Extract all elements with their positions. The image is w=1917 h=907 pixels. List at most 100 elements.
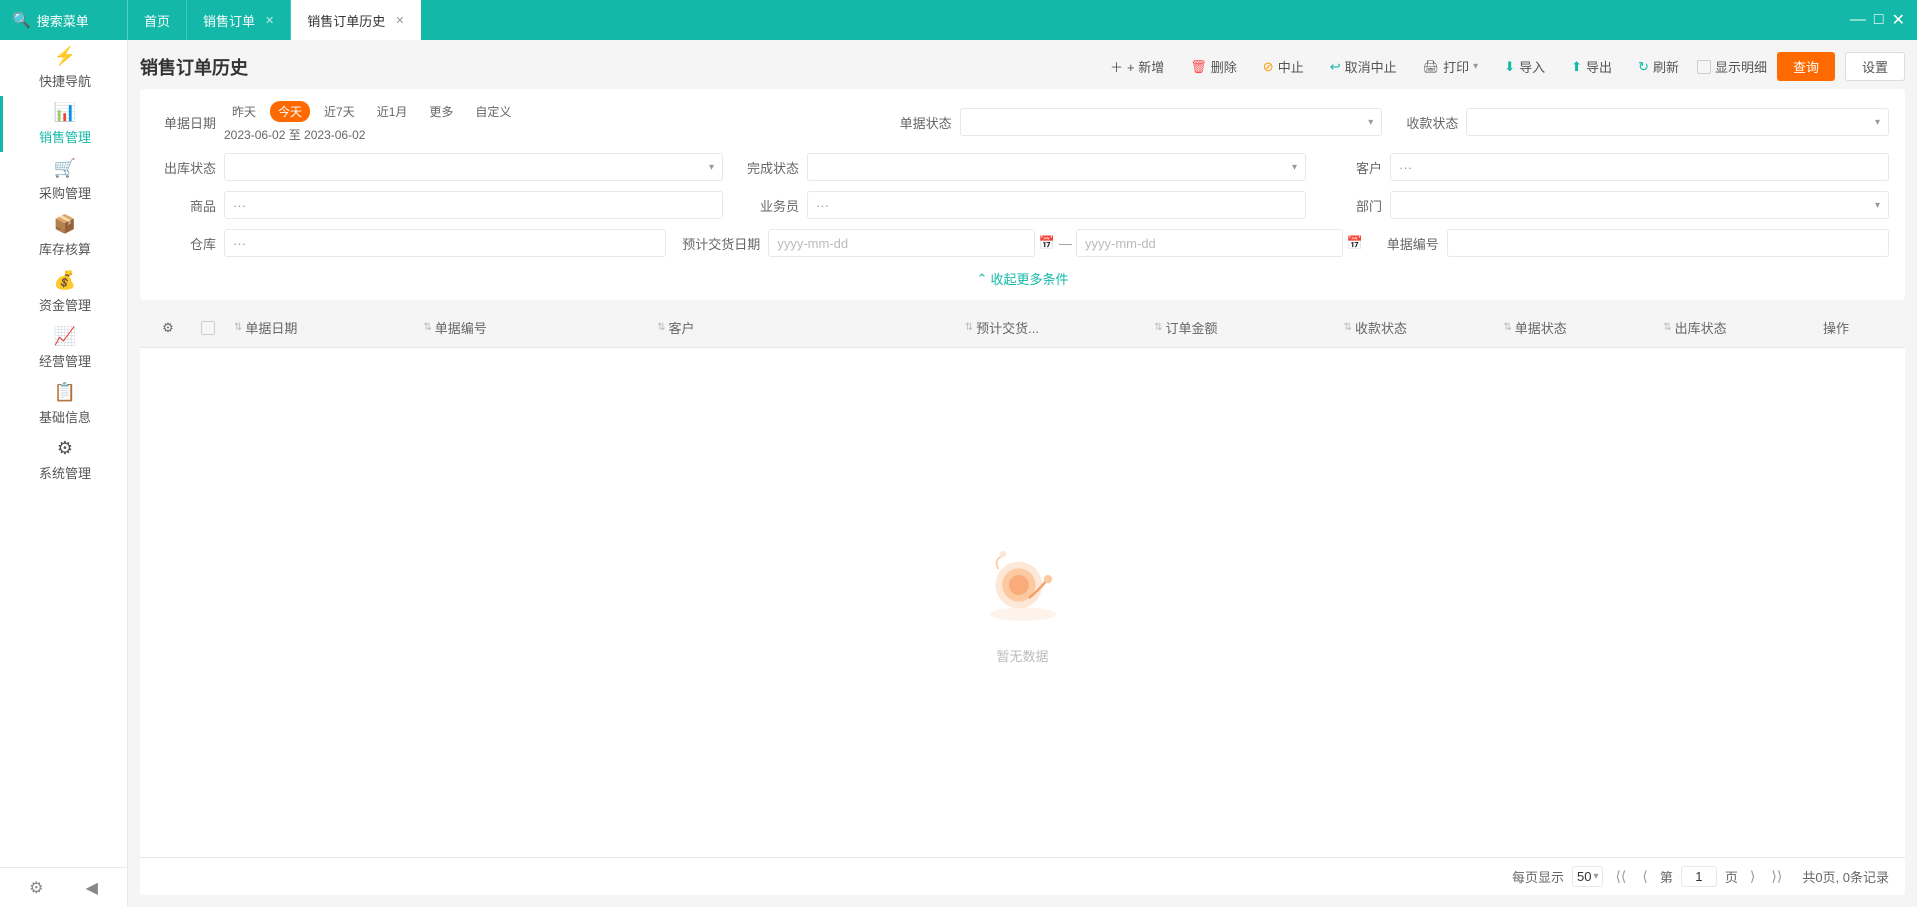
collapse-button[interactable]: ⌃ 收起更多条件 [977, 269, 1069, 288]
next-page-btn[interactable]: ⟩ [1746, 866, 1759, 887]
complete-status-dropdown-icon: ▾ [1292, 162, 1297, 173]
complete-status-select[interactable]: ▾ [807, 153, 1306, 181]
tab-home[interactable]: 首页 [128, 0, 187, 40]
tab-sales-order-history[interactable]: 销售订单历史 ✕ [291, 0, 421, 40]
sidebar-item-quick-nav-label: 快捷导航 [39, 71, 91, 90]
page-size-select[interactable]: 50 ▾ [1572, 866, 1604, 887]
filter-row-1: 单据日期 昨天 今天 近7天 近1月 更多 自定义 2023-06-02 至 2… [156, 101, 1889, 143]
new-button[interactable]: ＋ + 新增 [1102, 53, 1172, 80]
import-button[interactable]: ⬇ 导入 [1496, 53, 1553, 80]
settings-button[interactable]: 设置 [1845, 52, 1905, 81]
query-button[interactable]: 查询 [1777, 52, 1835, 81]
sidebar-collapse-icon[interactable]: ◀ [86, 878, 98, 898]
stop-button[interactable]: ⊘ 中止 [1255, 53, 1312, 80]
maximize-btn[interactable]: □ [1874, 11, 1884, 29]
settings-icon[interactable]: ⚙ [162, 320, 174, 336]
sidebar-item-system-mgmt[interactable]: ⚙ 系统管理 [0, 432, 127, 488]
date-dash: — [1059, 236, 1072, 251]
th-check[interactable] [188, 313, 228, 343]
warehouse-status-dropdown-icon: ▾ [709, 162, 714, 173]
calendar-start-icon[interactable]: 📅 [1039, 235, 1055, 251]
sidebar-item-purchase-mgmt[interactable]: 🛒 采购管理 [0, 152, 127, 208]
sidebar-item-finance[interactable]: 💰 资金管理 [0, 264, 127, 320]
sidebar-settings-icon[interactable]: ⚙ [29, 878, 43, 898]
bill-status-dropdown-icon: ▾ [1368, 117, 1373, 128]
tab-sales-order[interactable]: 销售订单 ✕ [187, 0, 291, 40]
th-date[interactable]: ⇅ 单据日期 [228, 310, 417, 345]
calendar-end-icon[interactable]: 📅 [1347, 235, 1363, 251]
date-more[interactable]: 更多 [421, 101, 461, 122]
th-number[interactable]: ⇅ 单据编号 [417, 310, 651, 345]
sidebar-item-inventory[interactable]: 📦 库存核算 [0, 208, 127, 264]
new-label: + 新增 [1127, 57, 1164, 76]
delivery-start-input[interactable]: yyyy-mm-dd [768, 229, 1035, 257]
date-1month[interactable]: 近1月 [369, 101, 416, 122]
customer-ellipsis[interactable]: ··· [1399, 160, 1412, 175]
page-number-input[interactable] [1681, 866, 1717, 887]
th-payment[interactable]: ⇅ 收款状态 [1338, 310, 1498, 345]
tab-sales-order-history-close[interactable]: ✕ [395, 14, 404, 27]
th-settings[interactable]: ⚙ [148, 312, 188, 344]
sidebar-item-operations[interactable]: 📈 经营管理 [0, 320, 127, 376]
th-customer[interactable]: ⇅ 客户 [651, 310, 959, 345]
dept-select[interactable]: ▾ [1390, 191, 1889, 219]
print-button[interactable]: 🖨 打印 ▾ [1415, 53, 1487, 80]
sidebar-item-quick-nav[interactable]: ⚡ 快捷导航 [0, 40, 127, 96]
date-today[interactable]: 今天 [270, 101, 310, 122]
refresh-button[interactable]: ↻ 刷新 [1630, 53, 1687, 80]
first-page-btn[interactable]: ⟨⟨ [1611, 866, 1630, 887]
sidebar-item-purchase-mgmt-label: 采购管理 [39, 183, 91, 202]
dept-label: 部门 [1322, 196, 1382, 215]
sort-icon-bill: ⇅ [1503, 322, 1511, 333]
date-7days[interactable]: 近7天 [316, 101, 363, 122]
date-custom[interactable]: 自定义 [467, 101, 519, 122]
page-header: 销售订单历史 ＋ + 新增 🗑 删除 ⊘ 中止 ↩ [140, 52, 1905, 81]
warehouse-status-select[interactable]: ▾ [224, 153, 723, 181]
payment-status-select[interactable]: ▾ [1466, 108, 1889, 136]
filter-row-4: 仓库 ··· 预计交货日期 yyyy-mm-dd 📅 — [156, 229, 1889, 257]
warehouse-input[interactable]: ··· [224, 229, 666, 257]
warehouse-ellipsis[interactable]: ··· [233, 236, 246, 251]
table-header: ⚙ ⇅ 单据日期 ⇅ 单据编号 ⇅ 客户 [140, 308, 1905, 348]
delete-button[interactable]: 🗑 删除 [1182, 53, 1245, 80]
minimize-btn[interactable]: — [1850, 11, 1866, 29]
delivery-start-placeholder: yyyy-mm-dd [777, 236, 848, 251]
display-detail-toggle[interactable]: 显示明细 [1697, 57, 1767, 76]
sidebar-item-sales-mgmt[interactable]: 📊 销售管理 [0, 96, 127, 152]
header-checkbox[interactable] [201, 321, 215, 335]
th-delivery[interactable]: ⇅ 预计交货... [959, 310, 1148, 345]
quick-nav-icon: ⚡ [54, 46, 76, 67]
search-menu-label: 搜索菜单 [37, 11, 89, 30]
delivery-end-input[interactable]: yyyy-mm-dd [1076, 229, 1343, 257]
date-yesterday[interactable]: 昨天 [224, 101, 264, 122]
tab-sales-order-close[interactable]: ✕ [265, 14, 274, 27]
top-bar: 🔍 搜索菜单 首页 销售订单 ✕ 销售订单历史 ✕ — □ ✕ [0, 0, 1917, 40]
data-table: ⚙ ⇅ 单据日期 ⇅ 单据编号 ⇅ 客户 [140, 308, 1905, 895]
goods-input[interactable]: ··· [224, 191, 723, 219]
close-btn[interactable]: ✕ [1892, 10, 1905, 30]
delivery-label: 预计交货日期 [682, 234, 760, 253]
prev-page-btn[interactable]: ⟨ [1638, 866, 1651, 887]
delivery-end-placeholder: yyyy-mm-dd [1085, 236, 1156, 251]
sales-mgmt-icon: 📊 [54, 102, 76, 123]
sidebar-item-system-mgmt-label: 系统管理 [39, 463, 91, 482]
filter-date-field: 单据日期 昨天 今天 近7天 近1月 更多 自定义 2023-06-02 至 2… [156, 101, 876, 143]
bill-status-select[interactable]: ▾ [960, 108, 1383, 136]
filter-customer-field: 客户 ··· [1322, 153, 1889, 181]
display-detail-checkbox[interactable] [1697, 60, 1711, 74]
customer-input[interactable]: ··· [1390, 153, 1889, 181]
th-amount[interactable]: ⇅ 订单金额 [1148, 310, 1337, 345]
bill-number-input[interactable] [1447, 229, 1889, 257]
goods-ellipsis[interactable]: ··· [233, 198, 246, 213]
th-warehouse-status[interactable]: ⇅ 出库状态 [1657, 310, 1817, 345]
last-page-btn[interactable]: ⟩⟩ [1767, 866, 1786, 887]
cancel-stop-button[interactable]: ↩ 取消中止 [1322, 53, 1405, 80]
payment-status-label: 收款状态 [1398, 113, 1458, 132]
th-bill-status[interactable]: ⇅ 单据状态 [1497, 310, 1657, 345]
salesperson-input[interactable]: ··· [807, 191, 1306, 219]
filter-row-2: 出库状态 ▾ 完成状态 ▾ 客户 [156, 153, 1889, 181]
salesperson-ellipsis[interactable]: ··· [816, 198, 829, 213]
export-button[interactable]: ⬆ 导出 [1563, 53, 1620, 80]
sidebar-item-basic-info[interactable]: 📋 基础信息 [0, 376, 127, 432]
search-menu-bar[interactable]: 🔍 搜索菜单 [0, 0, 128, 40]
